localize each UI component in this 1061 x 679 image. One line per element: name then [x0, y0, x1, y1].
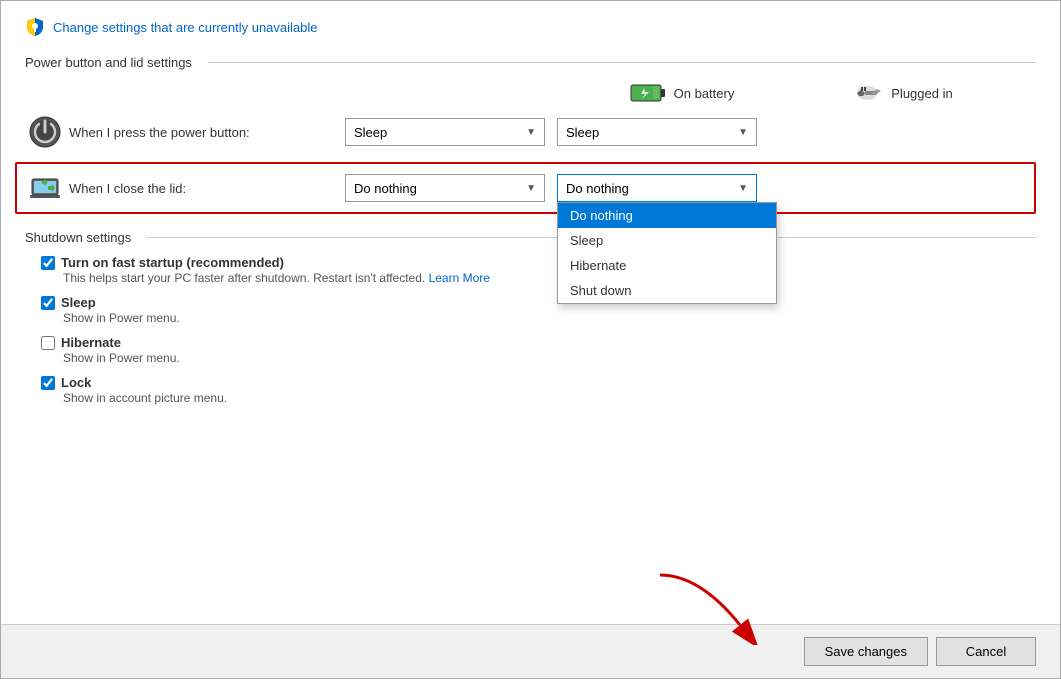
option-hibernate[interactable]: Hibernate [558, 253, 776, 278]
chevron-down-icon: ▼ [526, 127, 536, 138]
hibernate-row: Hibernate Show in Power menu. [41, 335, 1036, 365]
sleep-row: Sleep Show in Power menu. [41, 295, 1036, 325]
sleep-checkbox[interactable] [41, 296, 55, 310]
learn-more-link[interactable]: Learn More [429, 271, 490, 285]
power-button-plugged-dropdown[interactable]: Sleep ▼ [557, 118, 757, 146]
power-button-battery-dropdown[interactable]: Sleep ▼ [345, 118, 545, 146]
close-lid-plugged-dropdown-container: Do nothing ▼ Do nothing Sleep Hibernate … [557, 174, 769, 202]
fast-startup-label-row: Turn on fast startup (recommended) [41, 255, 1036, 270]
plugged-in-icon [851, 82, 883, 104]
hibernate-label-row: Hibernate [41, 335, 1036, 350]
lid-icon-container [25, 168, 65, 208]
lock-row: Lock Show in account picture menu. [41, 375, 1036, 405]
lock-label: Lock [61, 375, 91, 390]
fast-startup-label: Turn on fast startup (recommended) [61, 255, 284, 270]
hibernate-desc: Show in Power menu. [63, 351, 1036, 365]
fast-startup-checkbox[interactable] [41, 256, 55, 270]
sleep-label: Sleep [61, 295, 96, 310]
lock-checkbox[interactable] [41, 376, 55, 390]
lock-label-row: Lock [41, 375, 1036, 390]
option-sleep[interactable]: Sleep [558, 228, 776, 253]
hibernate-label: Hibernate [61, 335, 121, 350]
fast-startup-desc: This helps start your PC faster after sh… [63, 271, 1036, 285]
option-do-nothing[interactable]: Do nothing [558, 203, 776, 228]
power-button-icon-container [25, 112, 65, 152]
close-lid-label: When I close the lid: [65, 181, 345, 196]
sleep-desc: Show in Power menu. [63, 311, 1036, 325]
shutdown-section: Shutdown settings Turn on fast startup (… [25, 230, 1036, 405]
on-battery-header: On battery [572, 82, 792, 104]
content-area: Change settings that are currently unava… [1, 1, 1060, 624]
power-button-label: When I press the power button: [65, 125, 345, 140]
uac-shield-icon [25, 17, 45, 37]
close-lid-plugged-dropdown[interactable]: Do nothing ▼ [557, 174, 757, 202]
close-lid-battery-dropdown[interactable]: Do nothing ▼ [345, 174, 545, 202]
close-lid-plugged-value: Do nothing [566, 181, 629, 196]
power-button-battery-value: Sleep [354, 125, 387, 140]
shutdown-section-title: Shutdown settings [25, 230, 1036, 245]
change-settings-text: Change settings that are currently unava… [53, 20, 318, 35]
lock-desc: Show in account picture menu. [63, 391, 1036, 405]
chevron-down-icon: ▼ [526, 183, 536, 194]
change-settings-link[interactable]: Change settings that are currently unava… [25, 17, 1036, 37]
columns-header: On battery Plugged in [25, 82, 1036, 104]
power-lid-section-title: Power button and lid settings [25, 55, 1036, 70]
footer: Save changes Cancel [1, 624, 1060, 678]
power-button-icon [28, 115, 62, 149]
sleep-label-row: Sleep [41, 295, 1036, 310]
close-lid-battery-value: Do nothing [354, 181, 417, 196]
close-lid-row: When I close the lid: Do nothing ▼ Do no… [15, 162, 1036, 214]
power-button-row: When I press the power button: Sleep ▼ S… [25, 112, 1036, 152]
option-shut-down[interactable]: Shut down [558, 278, 776, 303]
lid-close-icon [28, 171, 62, 205]
save-changes-button[interactable]: Save changes [804, 637, 928, 666]
cancel-button[interactable]: Cancel [936, 637, 1036, 666]
close-lid-dropdown-menu: Do nothing Sleep Hibernate Shut down [557, 202, 777, 304]
chevron-down-icon: ▼ [738, 127, 748, 138]
chevron-down-icon: ▼ [738, 183, 748, 194]
plugged-in-header: Plugged in [792, 82, 1012, 104]
power-button-plugged-value: Sleep [566, 125, 599, 140]
battery-icon [630, 82, 666, 104]
settings-window: Change settings that are currently unava… [0, 0, 1061, 679]
fast-startup-row: Turn on fast startup (recommended) This … [41, 255, 1036, 285]
hibernate-checkbox[interactable] [41, 336, 55, 350]
